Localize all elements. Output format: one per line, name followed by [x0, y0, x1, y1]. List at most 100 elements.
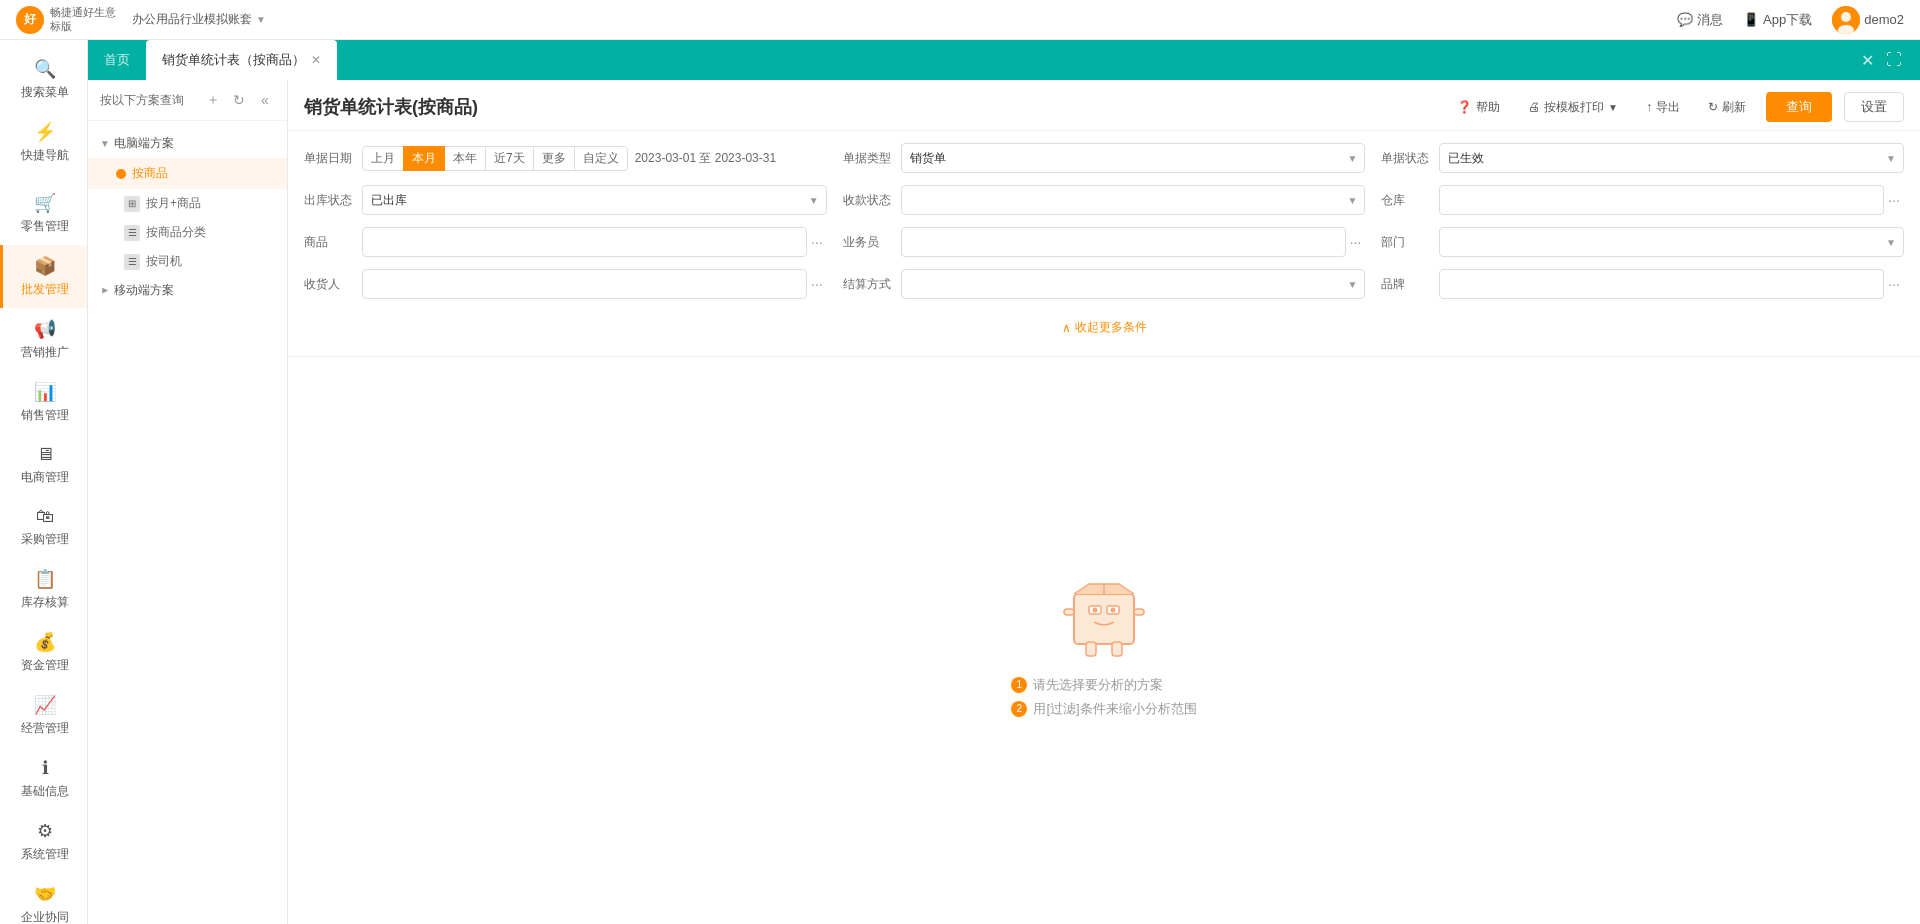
app-download-button[interactable]: 📱 App下载: [1743, 11, 1812, 29]
ecommerce-icon: 🖥: [36, 444, 54, 465]
sidebar-item-marketing[interactable]: 📢 营销推广: [0, 308, 87, 371]
tree-item-by-month-product[interactable]: ⊞ 按月+商品: [88, 189, 287, 218]
step1-num: 1: [1011, 677, 1027, 693]
goods-more-icon[interactable]: ···: [807, 234, 827, 250]
goods-label: 商品: [304, 234, 354, 251]
empty-step-1: 1 请先选择要分析的方案: [1011, 676, 1163, 694]
add-scheme-button[interactable]: ＋: [203, 90, 223, 110]
tab-sales-report[interactable]: 销货单统计表（按商品） ✕: [146, 40, 337, 80]
collapse-icon: ∧: [1062, 321, 1071, 335]
sales-icon: 📊: [34, 381, 56, 403]
settings-button[interactable]: 设置: [1844, 92, 1904, 122]
warehouse-input[interactable]: [1439, 185, 1884, 215]
filter-row-3: 商品 ··· 业务员 ···: [304, 227, 1904, 257]
tree-area: ▼ 电脑端方案 按商品 ⊞ 按月+商品 ☰ 按: [88, 121, 287, 924]
help-button[interactable]: ❓ 帮助: [1449, 95, 1508, 120]
chevron-down-icon: ▼: [256, 14, 266, 25]
brand-select-wrapper: ···: [1439, 269, 1904, 299]
department-label: 部门: [1381, 234, 1431, 251]
sidebar-item-quick-nav[interactable]: ⚡ 快捷导航: [0, 111, 87, 174]
settlement-label: 结算方式: [843, 276, 893, 293]
tab-home[interactable]: 首页: [88, 40, 146, 80]
tab-maximize-icon[interactable]: ⛶: [1880, 51, 1908, 69]
tab-close-icon[interactable]: ✕: [311, 53, 321, 67]
marketing-icon: 📢: [34, 318, 56, 340]
settlement-input[interactable]: [901, 269, 1366, 299]
goods-input[interactable]: [362, 227, 807, 257]
doc-type-input[interactable]: [901, 143, 1366, 173]
sidebar-item-finance[interactable]: 💰 资金管理: [0, 621, 87, 684]
collapse-panel-button[interactable]: «: [255, 90, 275, 110]
tree-item-by-product[interactable]: 按商品: [88, 158, 287, 189]
sidebar-item-sales[interactable]: 📊 销售管理: [0, 371, 87, 434]
sidebar-item-basic[interactable]: ℹ 基础信息: [0, 747, 87, 810]
top-header: 好 畅捷通好生意 标版 办公用品行业模拟账套 ▼ 💬 消息 📱 App下载 de…: [0, 0, 1920, 40]
sidebar-item-system[interactable]: ⚙ 系统管理: [0, 810, 87, 873]
sidebar-item-retail[interactable]: 🛒 零售管理: [0, 182, 87, 245]
sidebar-item-wholesale[interactable]: 📦 批发管理: [0, 245, 87, 308]
doc-type-label: 单据类型: [843, 150, 893, 167]
logo-text: 畅捷通好生意 标版: [50, 6, 116, 32]
date-tab-7days[interactable]: 近7天: [485, 146, 534, 171]
refresh-button[interactable]: ↻ 刷新: [1700, 95, 1754, 120]
salesperson-input[interactable]: [901, 227, 1346, 257]
brand-input[interactable]: [1439, 269, 1884, 299]
sidebar-item-operations[interactable]: 📈 经营管理: [0, 684, 87, 747]
panel-actions: ＋ ↻ «: [203, 90, 275, 110]
date-tab-last-month[interactable]: 上月: [362, 146, 404, 171]
export-button[interactable]: ↑ 导出: [1638, 95, 1688, 120]
tree-group-mobile-header[interactable]: ▼ 移动端方案: [88, 276, 287, 305]
receiver-input[interactable]: [362, 269, 807, 299]
refresh-scheme-button[interactable]: ↻: [229, 90, 249, 110]
header-left: 好 畅捷通好生意 标版 办公用品行业模拟账套 ▼: [16, 6, 274, 34]
date-tabs: 上月 本月 本年 近7天 更多 自定义: [362, 146, 627, 171]
quick-nav-icon: ⚡: [34, 121, 56, 143]
warehouse-more-icon[interactable]: ···: [1884, 192, 1904, 208]
date-tab-more[interactable]: 更多: [533, 146, 575, 171]
page-actions: ❓ 帮助 🖨 按模板打印 ▼ ↑ 导出 ↻: [1449, 92, 1904, 122]
tree-group-mobile: ▼ 移动端方案: [88, 276, 287, 305]
sidebar-item-ecommerce[interactable]: 🖥 电商管理: [0, 434, 87, 496]
tree-item-by-machine[interactable]: ☰ 按司机: [88, 247, 287, 276]
date-label: 单据日期: [304, 150, 354, 167]
company-selector[interactable]: 办公用品行业模拟账套 ▼: [124, 7, 274, 32]
date-tab-this-month[interactable]: 本月: [403, 146, 445, 171]
sidebar-item-inventory[interactable]: 📋 库存核算: [0, 558, 87, 621]
left-panel-header: 按以下方案查询 ＋ ↻ «: [88, 80, 287, 121]
user-menu[interactable]: demo2: [1832, 6, 1904, 34]
empty-step-2: 2 用[过滤]条件来缩小分析范围: [1011, 700, 1196, 718]
retail-icon: 🛒: [34, 192, 56, 214]
print-button[interactable]: 🖨 按模板打印 ▼: [1520, 95, 1626, 120]
main-layout: 🔍 搜索菜单 ⚡ 快捷导航 🛒 零售管理 📦 批发管理 📢 营销推广 📊 销售管…: [0, 40, 1920, 924]
sidebar-item-search[interactable]: 🔍 搜索菜单: [0, 48, 87, 111]
date-tab-custom[interactable]: 自定义: [574, 146, 628, 171]
payment-input[interactable]: [901, 185, 1366, 215]
salesperson-field: 业务员 ···: [843, 227, 1366, 257]
enterprise-icon: 🤝: [34, 883, 56, 905]
page-title-bar: 销货单统计表(按商品) ❓ 帮助 🖨 按模板打印 ▼ ↑: [288, 80, 1920, 131]
refresh-icon: ↻: [1708, 100, 1718, 114]
tree-collapsed-icon: ▼: [99, 286, 110, 296]
query-button[interactable]: 查询: [1766, 92, 1832, 122]
receiver-more-icon[interactable]: ···: [807, 276, 827, 292]
page-content: 按以下方案查询 ＋ ↻ « ▼ 电脑端方案: [88, 80, 1920, 924]
tree-group-desktop-header[interactable]: ▼ 电脑端方案: [88, 129, 287, 158]
doc-status-input[interactable]: [1439, 143, 1904, 173]
out-status-input[interactable]: [362, 185, 827, 215]
brand-more-icon[interactable]: ···: [1884, 276, 1904, 292]
department-field: 部门 ▼: [1381, 227, 1904, 257]
tree-item-by-category[interactable]: ☰ 按商品分类: [88, 218, 287, 247]
message-button[interactable]: 💬 消息: [1677, 11, 1723, 29]
date-tab-this-year[interactable]: 本年: [444, 146, 486, 171]
department-input[interactable]: [1439, 227, 1904, 257]
sidebar-item-enterprise[interactable]: 🤝 企业协同: [0, 873, 87, 924]
tab-close-all-icon[interactable]: ✕: [1855, 51, 1880, 70]
grid-icon: ⊞: [124, 196, 140, 212]
date-field: 单据日期 上月 本月 本年 近7天 更多 自定义 20: [304, 146, 827, 171]
salesperson-more-icon[interactable]: ···: [1346, 234, 1366, 250]
collapse-filters-button[interactable]: ∧ 收起更多条件: [304, 311, 1904, 344]
logo-area: 好 畅捷通好生意 标版: [16, 6, 116, 34]
sidebar-item-purchase[interactable]: 🛍 采购管理: [0, 496, 87, 558]
svg-point-8: [1111, 607, 1116, 612]
message-icon: 💬: [1677, 12, 1693, 27]
